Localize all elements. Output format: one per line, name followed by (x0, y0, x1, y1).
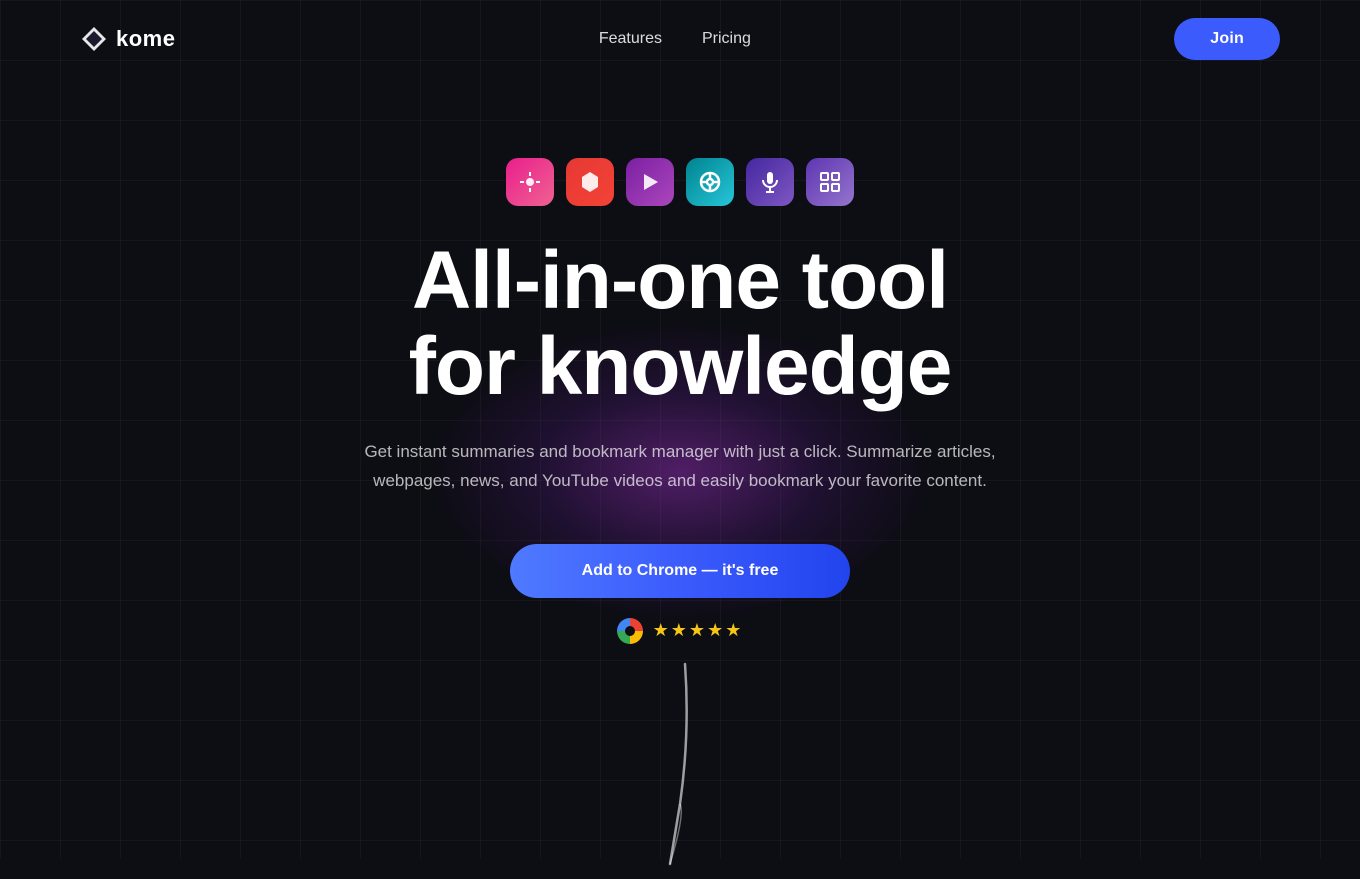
nav-features[interactable]: Features (599, 30, 662, 48)
hero-title: All-in-one tool for knowledge (409, 238, 952, 410)
nav-pricing[interactable]: Pricing (702, 30, 751, 48)
hero-title-line2: for knowledge (409, 321, 952, 412)
app-icon-4 (686, 158, 734, 206)
nav-links: Features Pricing (599, 30, 751, 48)
join-button[interactable]: Join (1174, 18, 1280, 60)
hero-title-line1: All-in-one tool (412, 235, 948, 326)
cta-button[interactable]: Add to Chrome — it's free (510, 544, 850, 598)
app-icons-row (506, 158, 854, 206)
app-icon-3 (626, 158, 674, 206)
app-icon-6 (806, 158, 854, 206)
app-icon-5 (746, 158, 794, 206)
hero-section: All-in-one tool for knowledge Get instan… (0, 78, 1360, 644)
app-icon-2 (566, 158, 614, 206)
stylus-decoration (620, 654, 740, 879)
stars: ★★★★★ (653, 620, 744, 641)
rating-row: ★★★★★ (617, 618, 744, 644)
chrome-icon (617, 618, 643, 644)
navbar: kome Features Pricing Join (0, 0, 1360, 78)
logo-text: kome (116, 26, 175, 52)
app-icon-1 (506, 158, 554, 206)
logo[interactable]: kome (80, 25, 175, 53)
logo-icon (80, 25, 108, 53)
hero-subtitle: Get instant summaries and bookmark manag… (340, 438, 1020, 496)
